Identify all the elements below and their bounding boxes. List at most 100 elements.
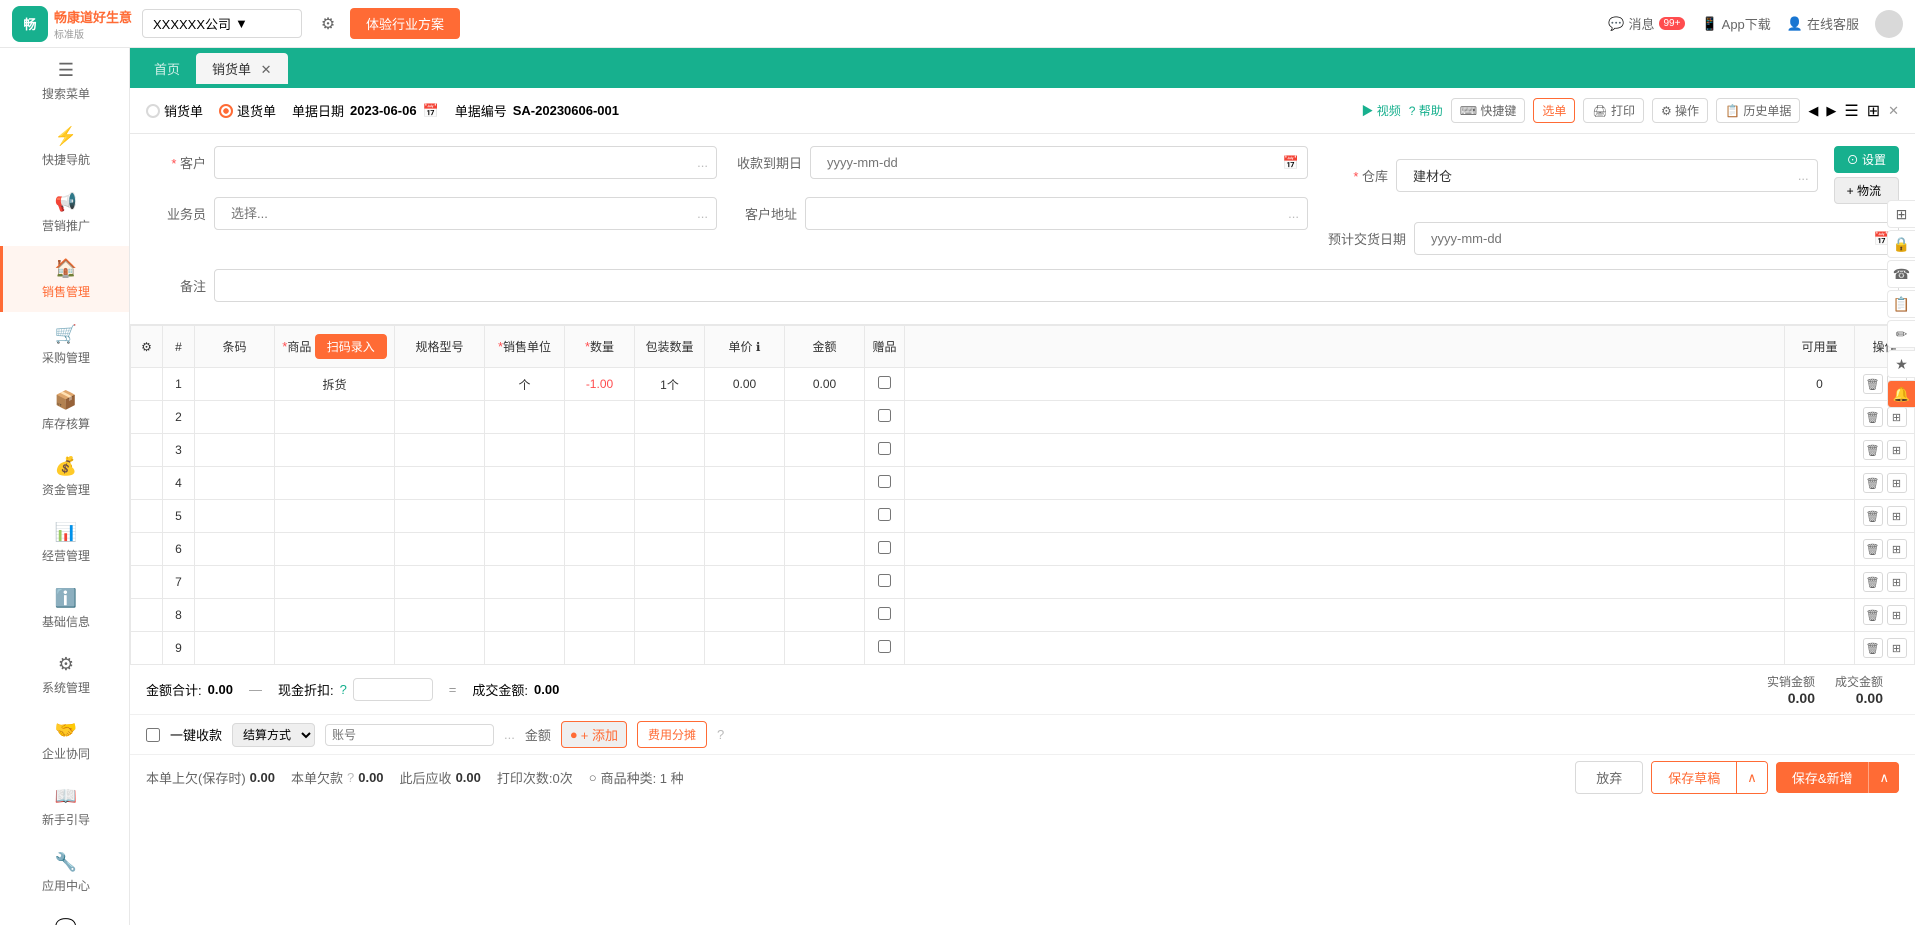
sidebar-item-inventory[interactable]: 📦 库存核算 [0,378,129,444]
delivery-date-input[interactable] [1423,227,1874,250]
company-selector[interactable]: XXXXXX公司 ▼ [142,9,302,38]
row-copy-icon[interactable]: ⊞ [1887,605,1907,625]
row-gift[interactable] [865,632,905,665]
row-delete-icon[interactable]: 🗑 [1863,572,1883,592]
tab-home[interactable]: 首页 [138,53,196,84]
row-spec[interactable] [395,368,485,401]
row-gift[interactable] [865,599,905,632]
payment-method-select[interactable]: 结算方式 [232,723,315,747]
row-qty[interactable]: -1.00 [565,368,635,401]
save-new-arrow-button[interactable]: ∧ [1869,762,1899,793]
nav-next-icon[interactable]: ▶ [1826,103,1836,119]
customer-addr-input[interactable] [814,202,1288,225]
row-delete-icon[interactable]: 🗑 [1863,440,1883,460]
row-barcode[interactable] [195,500,275,533]
row-spec[interactable] [395,401,485,434]
row-product[interactable] [275,434,395,467]
row-spec[interactable] [395,467,485,500]
row-spec[interactable] [395,566,485,599]
row-product[interactable] [275,599,395,632]
row-remark[interactable] [905,401,1785,434]
row-copy-icon[interactable]: ⊞ [1887,638,1907,658]
one-click-checkbox[interactable] [146,728,160,742]
warehouse-input[interactable] [1405,164,1798,187]
sidebar-item-search[interactable]: ☰ 搜索菜单 [0,48,129,114]
radio-return-order[interactable]: 退货单 [219,101,276,120]
save-new-button[interactable]: 保存&新增 [1776,762,1869,793]
row-qty[interactable] [565,434,635,467]
float-phone-btn[interactable]: ☎ [1887,260,1915,288]
nav-prev-icon[interactable]: ◀ [1808,103,1818,119]
operation-btn[interactable]: ⚙ 操作 [1652,98,1708,123]
radio-sales-order[interactable]: 销货单 [146,101,203,120]
row-delete-icon[interactable]: 🗑 [1863,506,1883,526]
row-remark[interactable] [905,566,1785,599]
row-remark[interactable] [905,599,1785,632]
receive-date-input[interactable] [819,151,1283,174]
row-delete-icon[interactable]: 🗑 [1863,473,1883,493]
row-gift[interactable] [865,401,905,434]
row-barcode[interactable] [195,434,275,467]
experience-button[interactable]: 体验行业方案 [350,8,460,39]
row-barcode[interactable] [195,368,275,401]
select-order-btn[interactable]: 选单 [1533,98,1575,123]
row-delete-icon[interactable]: 🗑 [1863,638,1883,658]
customer-input[interactable] [223,151,697,174]
row-remark[interactable] [905,467,1785,500]
customer-addr-dots[interactable]: ... [1288,206,1299,221]
sidebar-item-collab[interactable]: 🤝 企业协同 [0,708,129,774]
float-lock-btn[interactable]: 🔒 [1887,230,1915,258]
row-copy-icon[interactable]: ⊞ [1887,572,1907,592]
row-product[interactable] [275,467,395,500]
row-gift[interactable] [865,368,905,401]
float-star-btn[interactable]: ★ [1887,350,1915,378]
row-remark[interactable] [905,500,1785,533]
sidebar-item-purchase[interactable]: 🛒 采购管理 [0,312,129,378]
row-remark[interactable] [905,434,1785,467]
view-list-icon[interactable]: ☰ [1844,101,1858,121]
shortcut-btn[interactable]: ⌨ 快捷键 [1451,98,1526,123]
sidebar-item-nav[interactable]: ⚡ 快捷导航 [0,114,129,180]
user-avatar[interactable] [1875,10,1903,38]
discount-input[interactable] [353,678,433,701]
tab-sales-order[interactable]: 销货单 ✕ [196,53,288,84]
row-spec[interactable] [395,533,485,566]
tab-close-icon[interactable]: ✕ [261,62,272,77]
sidebar-item-guide[interactable]: 📖 新手引导 [0,774,129,840]
row-copy-icon[interactable]: ⊞ [1887,506,1907,526]
discard-button[interactable]: 放弃 [1575,761,1643,794]
row-product[interactable] [275,533,395,566]
row-product[interactable] [275,632,395,665]
row-spec[interactable] [395,434,485,467]
sidebar-item-finance[interactable]: 💰 资金管理 [0,444,129,510]
settings-button[interactable]: ⚙ [314,10,342,38]
row-barcode[interactable] [195,632,275,665]
settings-side-btn[interactable]: ⊙ 设置 [1834,146,1899,173]
messages-item[interactable]: 💬 消息 99+ [1608,14,1685,33]
row-gift[interactable] [865,533,905,566]
sidebar-item-wechat[interactable]: 💬 企业微信 [0,906,129,925]
remarks-input[interactable] [223,274,1890,297]
row-barcode[interactable] [195,599,275,632]
warehouse-dots[interactable]: ... [1798,168,1809,183]
account-dots[interactable]: ... [504,727,515,742]
table-scroll[interactable]: ⚙ # 条码 *商品 扫码录入 规格型号 *销售单位 *数量 包装数 [130,325,1915,665]
row-price[interactable] [705,467,785,500]
scan-button[interactable]: 扫码录入 [315,334,387,359]
sidebar-item-sales[interactable]: 🏠 销售管理 [0,246,129,312]
row-copy-icon[interactable]: ⊞ [1887,407,1907,427]
customer-dots[interactable]: ... [697,155,708,170]
row-qty[interactable] [565,632,635,665]
sidebar-item-system[interactable]: ⚙ 系统管理 [0,642,129,708]
account-input[interactable] [325,724,494,746]
row-remark[interactable] [905,533,1785,566]
row-product[interactable]: 拆货 [275,368,395,401]
history-btn[interactable]: 📋 历史单据 [1716,98,1800,123]
col-settings-header[interactable]: ⚙ [131,326,163,368]
row-price[interactable] [705,566,785,599]
online-service-item[interactable]: 👤 在线客服 [1787,14,1859,33]
row-copy-icon[interactable]: ⊞ [1887,440,1907,460]
row-qty[interactable] [565,467,635,500]
row-gift[interactable] [865,566,905,599]
row-copy-icon[interactable]: ⊞ [1887,473,1907,493]
